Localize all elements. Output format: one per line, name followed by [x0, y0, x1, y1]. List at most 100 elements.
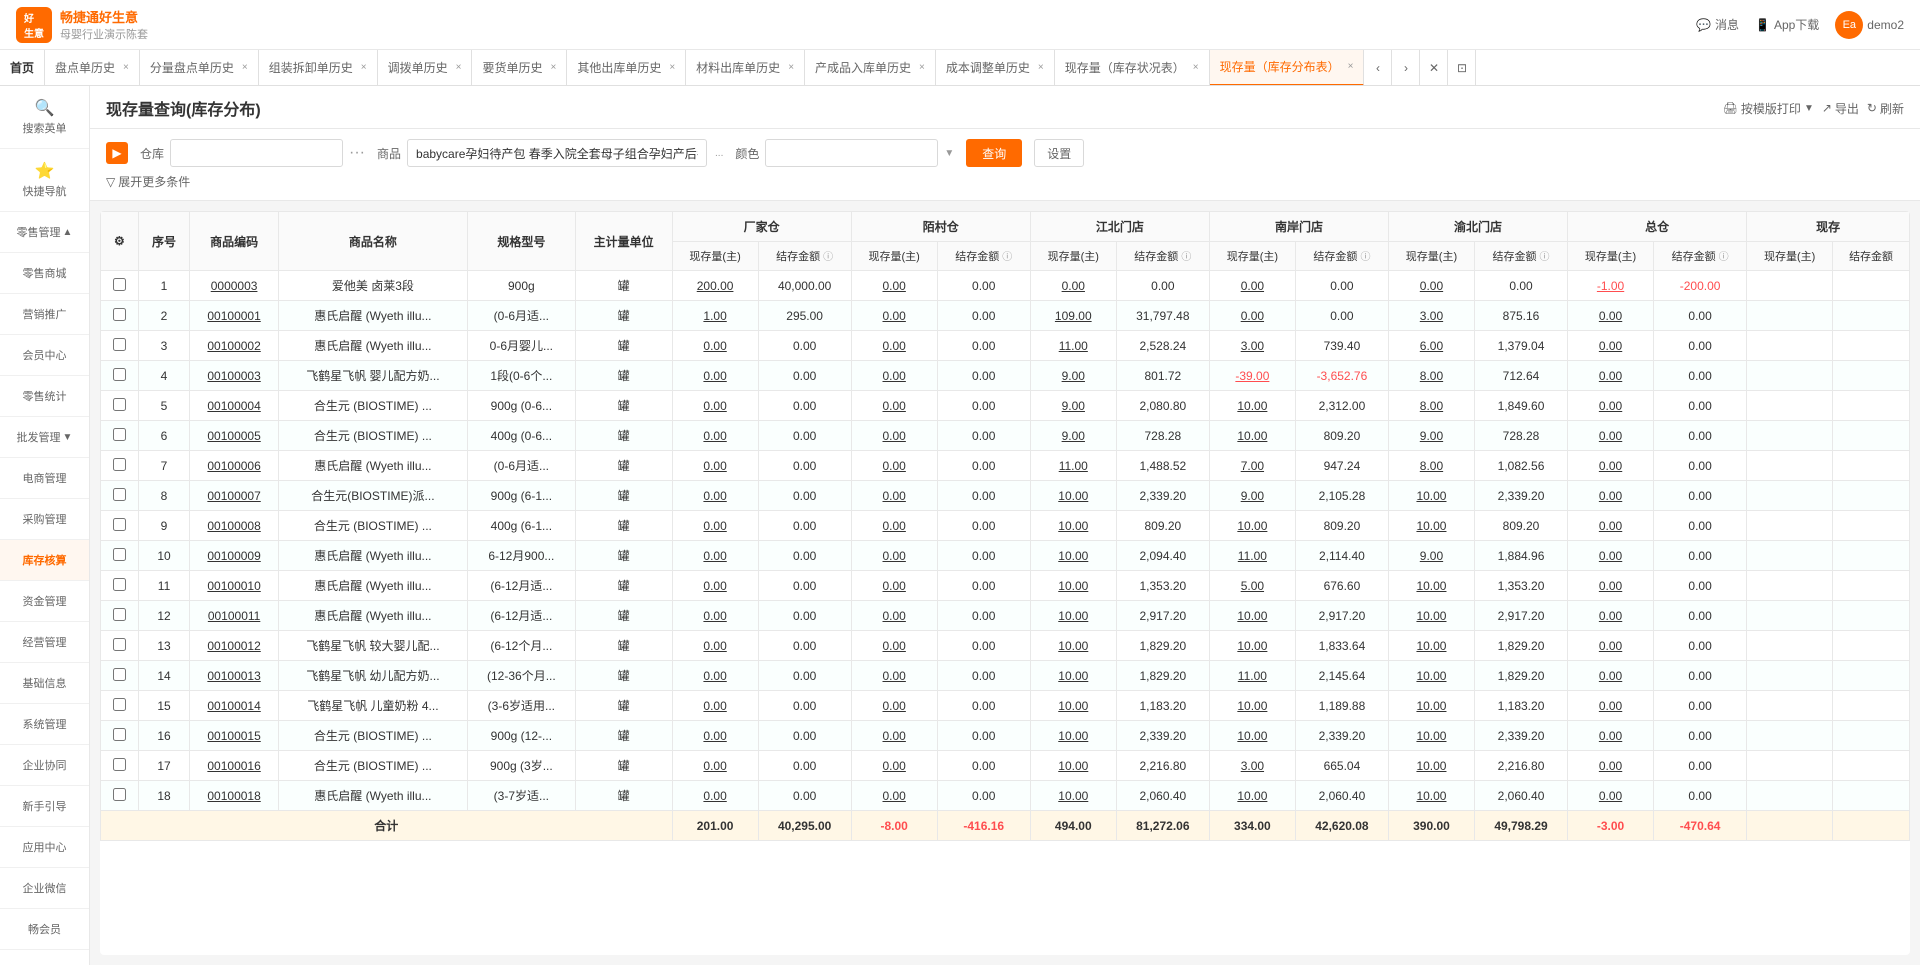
close-icon[interactable]: ×	[456, 62, 462, 73]
cell-yb-stock[interactable]: 8.00	[1389, 361, 1475, 391]
query-button[interactable]: 查询	[966, 139, 1022, 167]
cell-check[interactable]	[101, 601, 139, 631]
cell-na-stock[interactable]: 10.00	[1209, 631, 1295, 661]
cell-na-stock[interactable]: 0.00	[1209, 271, 1295, 301]
sidebar-item-nav[interactable]: ⭐ 快捷导航	[0, 149, 89, 212]
cell-t-stock[interactable]: 0.00	[1568, 361, 1654, 391]
cell-code[interactable]: 00100018	[190, 781, 279, 811]
export-btn[interactable]: ↗ 导出	[1822, 100, 1859, 117]
close-icon[interactable]: ×	[361, 62, 367, 73]
cell-na-stock[interactable]: 3.00	[1209, 331, 1295, 361]
cell-v-stock[interactable]: 0.00	[851, 451, 937, 481]
cell-na-stock[interactable]: 5.00	[1209, 571, 1295, 601]
close-icon[interactable]: ×	[242, 62, 248, 73]
cell-na-stock[interactable]: 10.00	[1209, 781, 1295, 811]
cell-jb-stock[interactable]: 10.00	[1030, 541, 1116, 571]
sidebar-item-wholesale[interactable]: 批发管理 ▼	[0, 417, 89, 458]
cell-f-stock[interactable]: 0.00	[672, 421, 758, 451]
cell-jb-stock[interactable]: 9.00	[1030, 421, 1116, 451]
cell-t-stock[interactable]: 0.00	[1568, 331, 1654, 361]
cell-jb-stock[interactable]: 10.00	[1030, 631, 1116, 661]
cell-yb-stock[interactable]: 0.00	[1389, 271, 1475, 301]
cell-na-stock[interactable]: 11.00	[1209, 541, 1295, 571]
expand-toggle-btn[interactable]: ▶	[106, 142, 128, 164]
cell-code[interactable]: 00100003	[190, 361, 279, 391]
cell-yb-stock[interactable]: 8.00	[1389, 451, 1475, 481]
sidebar-item-enterprise[interactable]: 企业协同	[0, 745, 89, 786]
cell-jb-stock[interactable]: 9.00	[1030, 391, 1116, 421]
sidebar-item-ops[interactable]: 经营管理	[0, 622, 89, 663]
cell-yb-stock[interactable]: 10.00	[1389, 751, 1475, 781]
cell-yb-stock[interactable]: 10.00	[1389, 511, 1475, 541]
cell-t-stock[interactable]: 0.00	[1568, 301, 1654, 331]
cell-yb-stock[interactable]: 6.00	[1389, 331, 1475, 361]
cell-f-stock[interactable]: 0.00	[672, 631, 758, 661]
cell-check[interactable]	[101, 451, 139, 481]
cell-check[interactable]	[101, 271, 139, 301]
cell-yb-stock[interactable]: 9.00	[1389, 541, 1475, 571]
cell-jb-stock[interactable]: 11.00	[1030, 451, 1116, 481]
sidebar-item-retail-stats[interactable]: 零售统计	[0, 376, 89, 417]
tab-scroll-left[interactable]: ‹	[1364, 50, 1392, 86]
th-gear[interactable]: ⚙	[101, 212, 139, 271]
cell-t-stock[interactable]: -1.00	[1568, 271, 1654, 301]
sidebar-item-basic[interactable]: 基础信息	[0, 663, 89, 704]
cell-na-stock[interactable]: 3.00	[1209, 751, 1295, 781]
cell-na-stock[interactable]: 10.00	[1209, 421, 1295, 451]
cell-check[interactable]	[101, 781, 139, 811]
close-icon[interactable]: ×	[550, 62, 556, 73]
tab-transfer[interactable]: 调拨单历史 ×	[378, 50, 473, 86]
tab-close-all[interactable]: ✕	[1420, 50, 1448, 86]
cell-yb-stock[interactable]: 10.00	[1389, 631, 1475, 661]
msg-btn[interactable]: 💬 消息	[1696, 16, 1739, 33]
tab-stockstatus[interactable]: 现存量（库存状况表） ×	[1055, 50, 1210, 86]
cell-na-stock[interactable]: 9.00	[1209, 481, 1295, 511]
cell-f-stock[interactable]: 0.00	[672, 721, 758, 751]
cell-check[interactable]	[101, 691, 139, 721]
cell-yb-stock[interactable]: 10.00	[1389, 781, 1475, 811]
expand-more-btn[interactable]: ▽ 展开更多条件	[106, 173, 1904, 190]
cell-t-stock[interactable]: 0.00	[1568, 391, 1654, 421]
cell-v-stock[interactable]: 0.00	[851, 691, 937, 721]
cell-v-stock[interactable]: 0.00	[851, 571, 937, 601]
cell-check[interactable]	[101, 391, 139, 421]
cell-code[interactable]: 00100009	[190, 541, 279, 571]
tab-otherout[interactable]: 其他出库单历史 ×	[567, 50, 686, 86]
cell-yb-stock[interactable]: 10.00	[1389, 721, 1475, 751]
cell-na-stock[interactable]: 10.00	[1209, 601, 1295, 631]
cell-check[interactable]	[101, 721, 139, 751]
sidebar-item-wechat[interactable]: 企业微信	[0, 868, 89, 909]
cell-na-stock[interactable]: 10.00	[1209, 511, 1295, 541]
close-icon[interactable]: ×	[919, 62, 925, 73]
cell-code[interactable]: 00100014	[190, 691, 279, 721]
cell-t-stock[interactable]: 0.00	[1568, 751, 1654, 781]
cell-code[interactable]: 00100006	[190, 451, 279, 481]
close-icon[interactable]: ×	[669, 62, 675, 73]
sidebar-item-ecommerce[interactable]: 电商管理	[0, 458, 89, 499]
cell-f-stock[interactable]: 0.00	[672, 751, 758, 781]
cell-code[interactable]: 00100012	[190, 631, 279, 661]
tab-assemble[interactable]: 组装拆卸单历史 ×	[259, 50, 378, 86]
cell-f-stock[interactable]: 0.00	[672, 511, 758, 541]
cell-jb-stock[interactable]: 9.00	[1030, 361, 1116, 391]
tab-scroll-right[interactable]: ›	[1392, 50, 1420, 86]
cell-code[interactable]: 00100013	[190, 661, 279, 691]
cell-code[interactable]: 00100008	[190, 511, 279, 541]
cell-jb-stock[interactable]: 10.00	[1030, 661, 1116, 691]
cell-f-stock[interactable]: 0.00	[672, 391, 758, 421]
cell-t-stock[interactable]: 0.00	[1568, 481, 1654, 511]
cell-t-stock[interactable]: 0.00	[1568, 541, 1654, 571]
tab-materialout[interactable]: 材料出库单历史 ×	[686, 50, 805, 86]
cell-v-stock[interactable]: 0.00	[851, 391, 937, 421]
cell-code[interactable]: 00100005	[190, 421, 279, 451]
cell-code[interactable]: 00100004	[190, 391, 279, 421]
cell-v-stock[interactable]: 0.00	[851, 541, 937, 571]
sidebar-item-marketing[interactable]: 营销推广	[0, 294, 89, 335]
cell-v-stock[interactable]: 0.00	[851, 631, 937, 661]
cell-v-stock[interactable]: 0.00	[851, 421, 937, 451]
refresh-btn[interactable]: ↻ 刷新	[1867, 100, 1904, 117]
cell-jb-stock[interactable]: 10.00	[1030, 781, 1116, 811]
cell-check[interactable]	[101, 331, 139, 361]
tab-home[interactable]: 首页	[0, 50, 45, 86]
cell-na-stock[interactable]: 7.00	[1209, 451, 1295, 481]
